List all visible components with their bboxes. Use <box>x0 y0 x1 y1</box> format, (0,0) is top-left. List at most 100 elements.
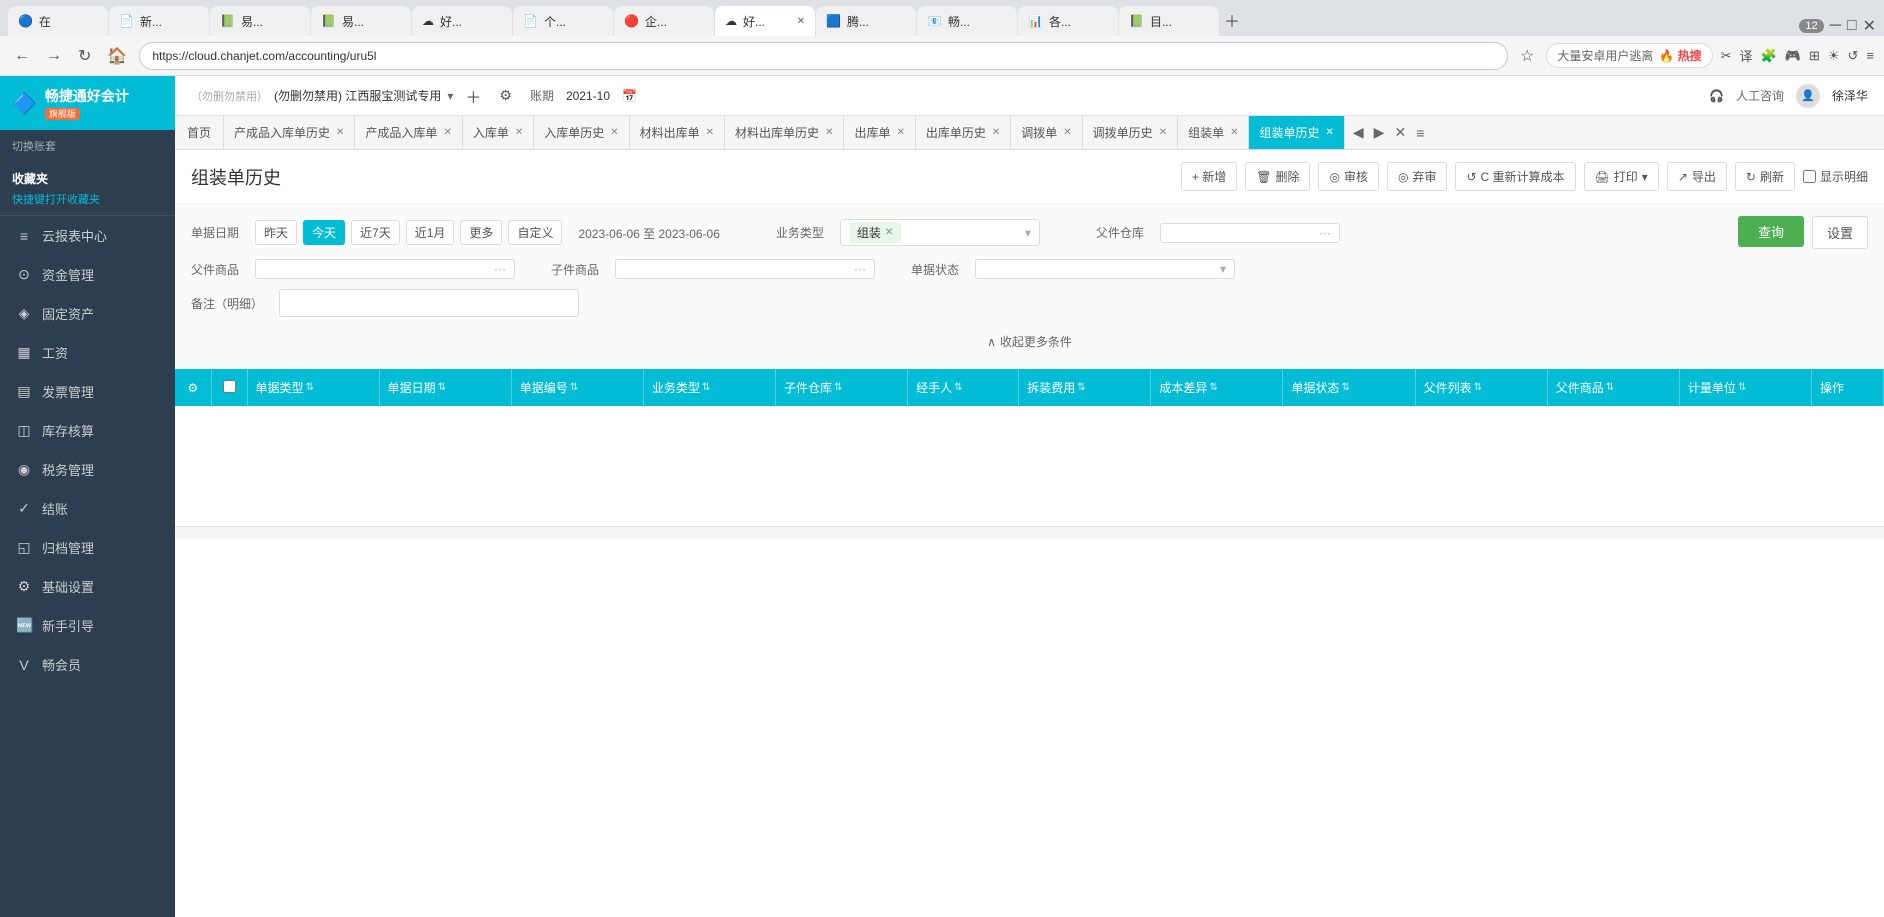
export-button[interactable]: ↗ 导出 <box>1667 162 1727 191</box>
biz-type-filter[interactable]: 组装 ✕ ▾ <box>840 219 1040 246</box>
consult-button[interactable]: 人工咨询 <box>1736 87 1784 104</box>
order-status-filter[interactable]: ▾ <box>975 259 1235 279</box>
close-tab-mat-out[interactable]: ✕ <box>706 127 714 138</box>
menu-icon[interactable]: ≡ <box>1866 48 1874 63</box>
col-parent-goods[interactable]: 父件商品 ⇅ <box>1547 369 1679 406</box>
abandon-button[interactable]: ◎ 弃审 <box>1387 162 1448 191</box>
tab-out[interactable]: 出库单 ✕ <box>844 116 915 150</box>
col-biz-type[interactable]: 业务类型 ⇅ <box>643 369 775 406</box>
sidebar-item-guide[interactable]: 🆕 新手引导 <box>0 606 175 645</box>
browser-tab-6[interactable]: 📄 个... <box>513 6 613 36</box>
tab-home[interactable]: 首页 <box>175 116 224 150</box>
company-selector-header[interactable]: （勿删勿禁用） (勿删勿禁用) 江西服宝测试专用 ▾ ＋ ⚙ <box>191 84 518 108</box>
extension-icon[interactable]: 🧩 <box>1761 48 1777 64</box>
browser-tab-8[interactable]: ☁ 好... ✕ <box>715 6 815 36</box>
close-tab-prod-in[interactable]: ✕ <box>443 127 451 138</box>
close-tab-in-hist[interactable]: ✕ <box>610 127 618 138</box>
sun-icon[interactable]: ☀ <box>1828 48 1840 64</box>
tab-mat-out-hist[interactable]: 材料出库单历史 ✕ <box>725 116 844 150</box>
search-bar[interactable]: 大量安卓用户逃离 🔥 热搜 <box>1546 43 1712 68</box>
browser-tab-3[interactable]: 📗 易... <box>210 6 310 36</box>
col-child-wh[interactable]: 子件仓库 ⇅ <box>776 369 908 406</box>
col-cost-diff[interactable]: 成本差异 ⇅ <box>1151 369 1283 406</box>
col-order-status[interactable]: 单据状态 ⇅ <box>1283 369 1415 406</box>
window-control-min[interactable]: ─ <box>1830 17 1841 35</box>
parent-wh-filter[interactable]: ··· <box>1160 223 1340 243</box>
date-btn-custom[interactable]: 自定义 <box>508 220 562 245</box>
collapse-button[interactable]: ∧ 收起更多条件 <box>191 327 1868 356</box>
col-order-no[interactable]: 单据编号 ⇅ <box>511 369 643 406</box>
new-tab-button[interactable]: ＋ <box>1220 4 1244 36</box>
filter-settings-button[interactable]: 设置 <box>1812 216 1868 249</box>
undo-icon[interactable]: ↺ <box>1848 48 1859 64</box>
close-tab-in-order[interactable]: ✕ <box>515 127 523 138</box>
select-all-checkbox[interactable] <box>223 380 236 393</box>
sidebar-item-cloud-report[interactable]: ≡ 云报表中心 <box>0 216 175 255</box>
bottom-scroll[interactable] <box>175 526 1884 538</box>
translate-icon[interactable]: 译 <box>1740 46 1753 65</box>
col-checkbox[interactable] <box>211 369 247 406</box>
delete-button[interactable]: 🗑 删除 <box>1245 162 1310 191</box>
tab-menu-button[interactable]: ≡ <box>1412 123 1428 143</box>
tab-group-hist[interactable]: 组装单历史 ✕ <box>1249 116 1344 150</box>
tab-assemble-hist[interactable]: 调拨单历史 ✕ <box>1083 116 1178 150</box>
browser-tab-5[interactable]: ☁ 好... <box>412 6 512 36</box>
browser-tab-4[interactable]: 📗 易... <box>311 6 411 36</box>
address-bar[interactable] <box>139 42 1508 70</box>
browser-tab-10[interactable]: 📧 畅... <box>917 6 1017 36</box>
col-disassemble-fee[interactable]: 拆装费用 ⇅ <box>1019 369 1151 406</box>
col-unit[interactable]: 计量单位 ⇅ <box>1679 369 1811 406</box>
col-settings[interactable]: ⚙ <box>175 369 211 406</box>
sidebar-item-archive[interactable]: ◱ 归档管理 <box>0 528 175 567</box>
browser-tab-12[interactable]: 📗 目... <box>1119 6 1219 36</box>
add-company-button[interactable]: ＋ <box>459 84 487 108</box>
close-tab-group-hist[interactable]: ✕ <box>1326 127 1334 138</box>
tab-in-order[interactable]: 入库单 ✕ <box>463 116 534 150</box>
tab-close-all-button[interactable]: ✕ <box>1390 122 1410 143</box>
close-tab-out-hist[interactable]: ✕ <box>992 127 1000 138</box>
scissors-icon[interactable]: ✂ <box>1721 48 1732 64</box>
parent-goods-filter[interactable]: ··· <box>255 259 515 279</box>
biz-type-tag-close[interactable]: ✕ <box>885 227 893 238</box>
recalc-button[interactable]: ↺ C 重新计算成本 <box>1455 162 1575 191</box>
sidebar-item-invoice[interactable]: ▤ 发票管理 <box>0 372 175 411</box>
browser-tab-1[interactable]: 🔵 在 <box>8 6 108 36</box>
browser-tab-2[interactable]: 📄 新... <box>109 6 209 36</box>
close-tab-mat-out-hist[interactable]: ✕ <box>825 127 833 138</box>
bookmark-button[interactable]: ☆ <box>1516 42 1538 70</box>
sidebar-item-tax[interactable]: ◉ 税务管理 <box>0 450 175 489</box>
close-tab-prod-in-hist[interactable]: ✕ <box>336 127 344 138</box>
browser-tab-9[interactable]: 🟦 腾... <box>816 6 916 36</box>
tab-next-button[interactable]: ▶ <box>1370 122 1389 143</box>
col-order-type[interactable]: 单据类型 ⇅ <box>247 369 379 406</box>
tab-assemble[interactable]: 调拨单 ✕ <box>1011 116 1082 150</box>
close-tab-assemble[interactable]: ✕ <box>1063 127 1071 138</box>
col-handler[interactable]: 经手人 ⇅ <box>908 369 1019 406</box>
tab-prev-button[interactable]: ◀ <box>1349 122 1368 143</box>
tab-prod-in-hist[interactable]: 产成品入库单历史 ✕ <box>224 116 355 150</box>
date-btn-more[interactable]: 更多 <box>460 220 502 245</box>
sidebar-item-fixed-assets[interactable]: ◈ 固定资产 <box>0 294 175 333</box>
date-btn-today[interactable]: 今天 <box>303 220 345 245</box>
sidebar-item-checkout[interactable]: ✓ 结账 <box>0 489 175 528</box>
sidebar-item-basic-settings[interactable]: ⚙ 基础设置 <box>0 567 175 606</box>
close-tab-out[interactable]: ✕ <box>896 127 904 138</box>
home-button[interactable]: 🏠 <box>103 42 131 70</box>
refresh-button[interactable]: ↻ 刷新 <box>1735 162 1795 191</box>
date-btn-1month[interactable]: 近1月 <box>406 220 455 245</box>
date-btn-yesterday[interactable]: 昨天 <box>255 220 297 245</box>
company-settings-button[interactable]: ⚙ <box>493 87 518 104</box>
close-tab-group[interactable]: ✕ <box>1230 127 1238 138</box>
tab-mat-out[interactable]: 材料出库单 ✕ <box>630 116 725 150</box>
browser-tab-7[interactable]: 🔴 企... <box>614 6 714 36</box>
tab-in-hist[interactable]: 入库单历史 ✕ <box>534 116 629 150</box>
back-button[interactable]: ← <box>10 43 34 69</box>
favorites-link[interactable]: 快捷键打开收藏夹 <box>12 191 163 207</box>
sidebar-item-member[interactable]: V 畅会员 <box>0 645 175 684</box>
add-button[interactable]: + 新增 <box>1181 162 1237 191</box>
date-btn-7days[interactable]: 近7天 <box>351 220 400 245</box>
print-button[interactable]: 🖨 打印 ▾ <box>1584 162 1659 191</box>
tab-prod-in[interactable]: 产成品入库单 ✕ <box>355 116 462 150</box>
forward-button[interactable]: → <box>42 43 66 69</box>
child-goods-filter[interactable]: ··· <box>615 259 875 279</box>
